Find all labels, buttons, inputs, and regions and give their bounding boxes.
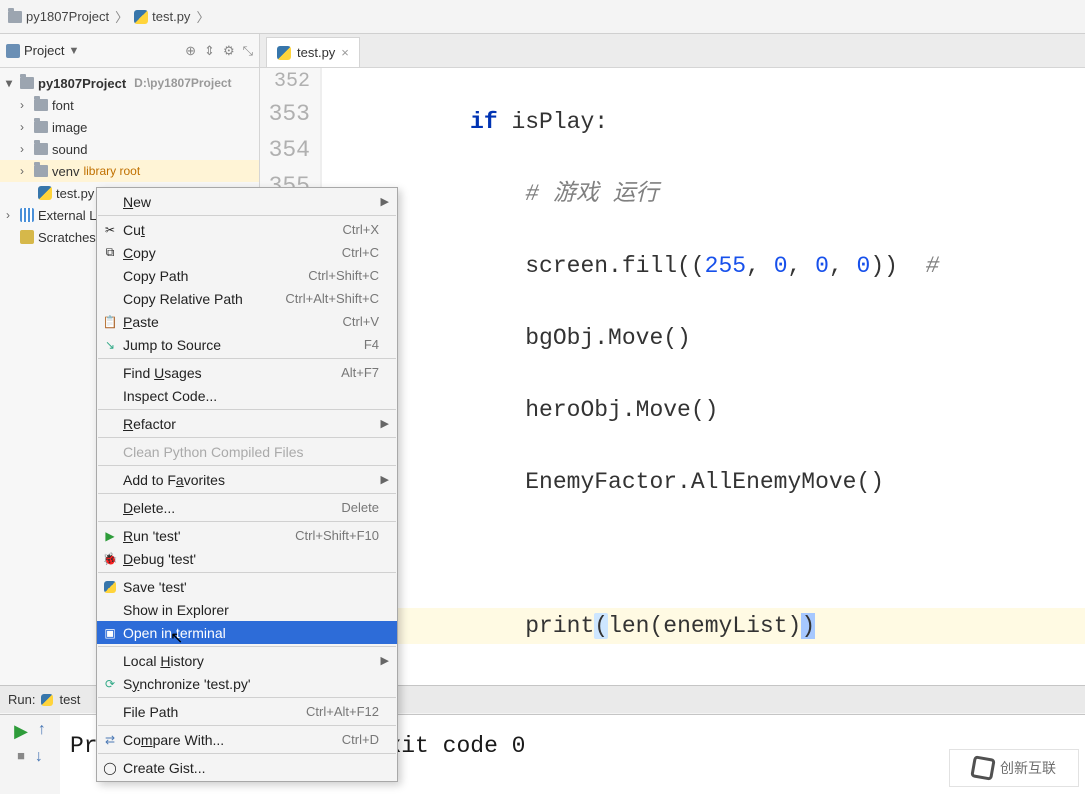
folder-icon — [34, 165, 48, 177]
up-icon[interactable]: ↑ — [38, 721, 46, 742]
menu-file-path[interactable]: File PathCtrl+Alt+F12 — [97, 700, 397, 723]
chevron-right-icon[interactable]: › — [20, 98, 30, 112]
python-icon — [277, 46, 291, 60]
logo-icon — [970, 755, 995, 780]
menu-save-test[interactable]: Save 'test' — [97, 575, 397, 598]
breadcrumb: py1807Project 〉 test.py 〉 — [0, 0, 1085, 34]
chevron-right-icon: ▶ — [381, 654, 389, 667]
copy-icon: ⧉ — [103, 246, 117, 260]
compare-icon: ⇄ — [103, 733, 117, 747]
chevron-right-icon[interactable]: › — [6, 208, 16, 222]
folder-icon — [34, 121, 48, 133]
menu-add-favorites[interactable]: Add to Favorites▶ — [97, 468, 397, 491]
menu-local-history[interactable]: Local History▶ — [97, 649, 397, 672]
folder-icon — [34, 143, 48, 155]
play-icon[interactable]: ▶ — [14, 721, 28, 742]
cursor-icon: ↖ — [170, 628, 183, 648]
tree-folder-font[interactable]: ›font — [0, 94, 259, 116]
chevron-down-icon[interactable]: ▼ — [68, 45, 79, 57]
breadcrumb-project-label: py1807Project — [26, 9, 109, 24]
menu-synchronize[interactable]: ⟳Synchronize 'test.py' — [97, 672, 397, 695]
project-icon — [6, 44, 20, 58]
breadcrumb-file-label: test.py — [152, 9, 190, 24]
hide-icon[interactable]: ⤡ — [243, 43, 253, 59]
menu-copy[interactable]: ⧉CopyCtrl+C — [97, 241, 397, 264]
folder-icon — [34, 99, 48, 111]
sidebar-header: Project ▼ ⊕ ⇕ ⚙ ⤡ — [0, 34, 259, 68]
tree-root-label: py1807Project — [38, 76, 126, 91]
paste-icon: 📋 — [103, 315, 117, 329]
chevron-right-icon[interactable]: › — [20, 164, 30, 178]
breadcrumb-file[interactable]: test.py — [134, 9, 190, 24]
chevron-right-icon[interactable]: › — [20, 120, 30, 134]
menu-compare-with[interactable]: ⇄Compare With...Ctrl+D — [97, 728, 397, 751]
menu-jump-to-source[interactable]: ↘Jump to SourceF4 — [97, 333, 397, 356]
menu-create-gist[interactable]: ◯Create Gist... — [97, 756, 397, 779]
bug-icon: 🐞 — [103, 552, 117, 566]
run-tools: ▶ ↑ ■ ↓ — [0, 715, 60, 794]
python-icon — [38, 186, 52, 200]
folder-icon — [8, 11, 22, 23]
gear-icon[interactable]: ⚙ — [223, 43, 235, 59]
tree-folder-venv[interactable]: ›venv library root — [0, 160, 259, 182]
chevron-right-icon[interactable]: › — [20, 142, 30, 156]
folder-icon — [20, 77, 34, 89]
cut-icon: ✂ — [103, 223, 117, 237]
context-menu: New▶ ✂CutCtrl+X ⧉CopyCtrl+C Copy PathCtr… — [96, 187, 398, 782]
python-icon — [103, 580, 117, 594]
python-icon — [134, 10, 148, 24]
stop-icon[interactable]: ■ — [17, 748, 25, 766]
jump-icon: ↘ — [103, 338, 117, 352]
terminal-icon: ▣ — [103, 626, 117, 640]
menu-find-usages[interactable]: Find UsagesAlt+F7 — [97, 361, 397, 384]
target-icon[interactable]: ⊕ — [185, 43, 196, 59]
sidebar-title-label[interactable]: Project — [24, 43, 64, 58]
menu-cut[interactable]: ✂CutCtrl+X — [97, 218, 397, 241]
chevron-right-icon: ▶ — [381, 195, 389, 208]
chevron-right-icon: 〉 — [115, 7, 128, 26]
chevron-down-icon[interactable]: ▾ — [6, 76, 16, 90]
menu-inspect-code[interactable]: Inspect Code... — [97, 384, 397, 407]
breadcrumb-project[interactable]: py1807Project — [8, 9, 109, 24]
menu-copy-path[interactable]: Copy PathCtrl+Shift+C — [97, 264, 397, 287]
tab-testpy[interactable]: test.py × — [266, 37, 360, 67]
menu-delete[interactable]: Delete...Delete — [97, 496, 397, 519]
libraries-icon — [20, 208, 34, 222]
tree-folder-sound[interactable]: ›sound — [0, 138, 259, 160]
sync-icon: ⟳ — [103, 677, 117, 691]
play-icon: ▶ — [103, 529, 117, 543]
close-icon[interactable]: × — [341, 45, 349, 60]
watermark-logo: 创新互联 — [949, 749, 1079, 787]
down-icon[interactable]: ↓ — [35, 748, 43, 766]
chevron-right-icon: 〉 — [196, 7, 209, 26]
menu-paste[interactable]: 📋PasteCtrl+V — [97, 310, 397, 333]
logo-text: 创新互联 — [1000, 758, 1056, 778]
tree-folder-image[interactable]: ›image — [0, 116, 259, 138]
editor-tabs: test.py × — [260, 34, 1085, 68]
menu-clean-compiled: Clean Python Compiled Files — [97, 440, 397, 463]
run-config-name: test — [59, 692, 80, 707]
chevron-right-icon: ▶ — [381, 473, 389, 486]
tree-root[interactable]: ▾ py1807Project D:\py1807Project — [0, 72, 259, 94]
menu-show-explorer[interactable]: Show in Explorer — [97, 598, 397, 621]
code-content[interactable]: if isPlay: # 游戏 运行 screen.fill((255, 0, … — [322, 68, 1085, 686]
menu-run-test[interactable]: ▶Run 'test'Ctrl+Shift+F10 — [97, 524, 397, 547]
tab-label: test.py — [297, 45, 335, 60]
menu-copy-relative-path[interactable]: Copy Relative PathCtrl+Alt+Shift+C — [97, 287, 397, 310]
scratches-icon — [20, 230, 34, 244]
menu-debug-test[interactable]: 🐞Debug 'test' — [97, 547, 397, 570]
python-icon — [41, 694, 53, 706]
menu-refactor[interactable]: Refactor▶ — [97, 412, 397, 435]
collapse-icon[interactable]: ⇕ — [204, 43, 215, 59]
chevron-right-icon: ▶ — [381, 417, 389, 430]
library-root-badge: library root — [83, 164, 140, 178]
tree-root-path: D:\py1807Project — [134, 76, 231, 90]
run-label: Run: — [8, 692, 35, 707]
menu-open-in-terminal[interactable]: ▣Open in terminal — [97, 621, 397, 644]
menu-new[interactable]: New▶ — [97, 190, 397, 213]
github-icon: ◯ — [103, 761, 117, 775]
